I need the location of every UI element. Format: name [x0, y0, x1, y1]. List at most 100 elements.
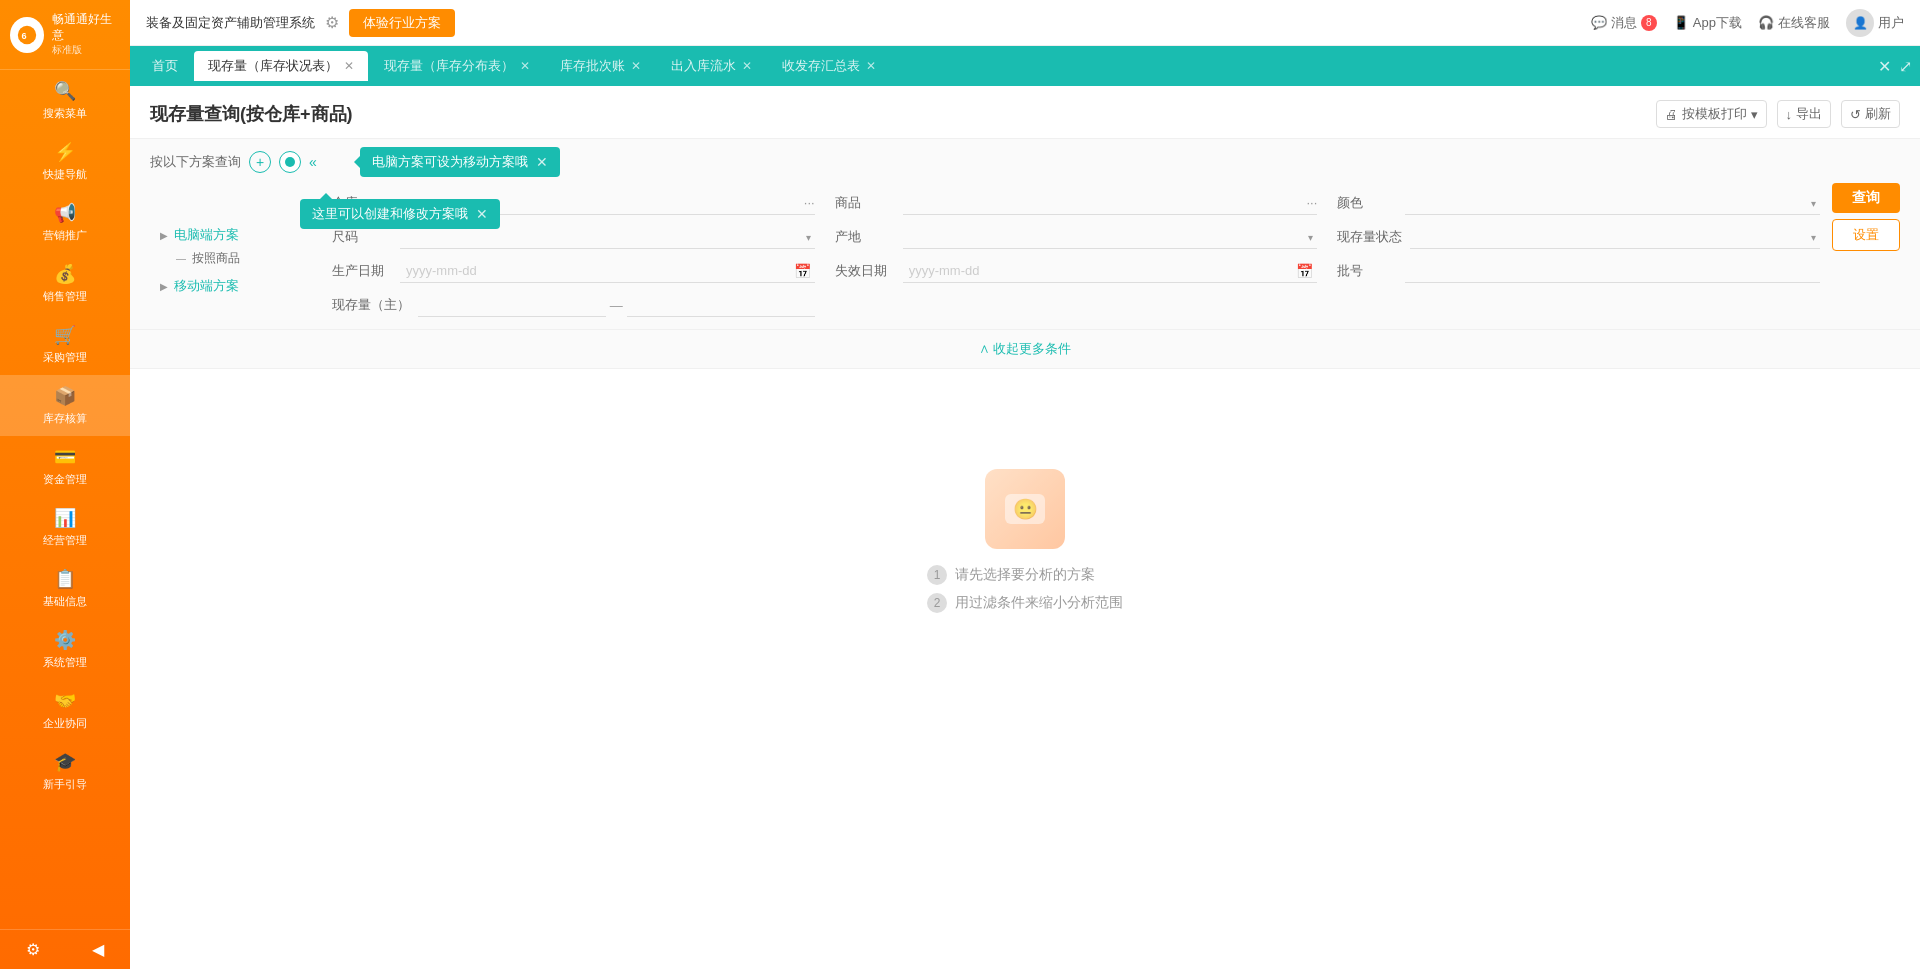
edit-tooltip-close[interactable]: ✕: [476, 206, 488, 222]
support-icon: 🎧: [1758, 15, 1774, 30]
inventory-status-label: 现存量（库存状况表）: [208, 57, 338, 75]
sidebar-item-finance-label: 资金管理: [43, 472, 87, 487]
batch-input[interactable]: [1405, 259, 1820, 283]
origin-select[interactable]: [903, 225, 1318, 249]
sidebar-item-purchase-label: 采购管理: [43, 350, 87, 365]
product-input[interactable]: [903, 191, 1307, 214]
sidebar-item-enterprise[interactable]: 🤝 企业协同: [0, 680, 130, 741]
sidebar-item-nav[interactable]: ⚡ 快捷导航: [0, 131, 130, 192]
warehouse-more-icon[interactable]: ···: [804, 195, 815, 210]
app-label: App下载: [1693, 14, 1742, 32]
quantity-range: —: [418, 293, 815, 317]
phone-icon: 📱: [1673, 15, 1689, 30]
support-btn[interactable]: 🎧 在线客服: [1758, 14, 1830, 32]
expand-icon[interactable]: ⤢: [1899, 57, 1912, 76]
close-all-tabs-icon[interactable]: ✕: [1878, 57, 1891, 76]
filter-circle-btn[interactable]: [279, 151, 301, 173]
plan-child-label: 按照商品: [192, 250, 240, 267]
plan-tooltip-close[interactable]: ✕: [536, 154, 548, 170]
svg-point-0: [18, 25, 36, 43]
topbar-left: 装备及固定资产辅助管理系统 ⚙ 体验行业方案: [146, 9, 455, 37]
quantity-from-input[interactable]: [418, 293, 606, 317]
tab-in-out-close[interactable]: ✕: [742, 59, 752, 73]
empty-face: 😐: [1005, 494, 1045, 524]
expiry-date-label: 失效日期: [835, 262, 895, 280]
color-select[interactable]: [1405, 191, 1820, 215]
product-more-icon[interactable]: ···: [1306, 195, 1317, 210]
print-icon: 🖨: [1665, 107, 1678, 122]
production-date-input[interactable]: [400, 259, 815, 283]
inventory-status-filter: 现存量状态 ▾: [1337, 225, 1820, 249]
plan-child-item[interactable]: — 按照商品: [176, 247, 320, 270]
sidebar-item-marketing[interactable]: 📢 营销推广: [0, 192, 130, 253]
filter-add-btn[interactable]: +: [249, 151, 271, 173]
home-tab-label: 首页: [152, 57, 178, 75]
filter-arrow-icon[interactable]: «: [309, 154, 317, 170]
sidebar-item-guide[interactable]: 🎓 新手引导: [0, 741, 130, 802]
tab-inventory-dist-close[interactable]: ✕: [520, 59, 530, 73]
mobile-plan-label: 移动端方案: [174, 277, 239, 295]
tab-inventory-status[interactable]: 现存量（库存状况表） ✕: [194, 51, 368, 81]
expiry-date-filter: 失效日期 📅: [835, 259, 1318, 283]
industry-btn[interactable]: 体验行业方案: [349, 9, 455, 37]
tip-num-2: 2: [927, 593, 947, 613]
nav-icon: ⚡: [54, 141, 76, 163]
sidebar-item-guide-label: 新手引导: [43, 777, 87, 792]
collapse-btn[interactable]: ◀: [92, 940, 104, 959]
sidebar-item-inventory-label: 库存核算: [43, 411, 87, 426]
filter-grid-row4: 现存量（主） —: [332, 293, 1820, 317]
search-icon: 🔍: [54, 80, 76, 102]
collapse-bar[interactable]: ∧ 收起更多条件: [130, 330, 1920, 369]
gear-icon[interactable]: ⚙: [325, 13, 339, 32]
sidebar-item-system[interactable]: ⚙️ 系统管理: [0, 619, 130, 680]
support-label: 在线客服: [1778, 14, 1830, 32]
sidebar-item-basic[interactable]: 📋 基础信息: [0, 558, 130, 619]
refresh-btn[interactable]: ↺ 刷新: [1841, 100, 1900, 128]
tab-inventory-dist[interactable]: 现存量（库存分布表） ✕: [370, 51, 544, 81]
logo-area: 6 畅通通好生意 标准版: [0, 0, 130, 70]
export-icon: ↓: [1786, 107, 1793, 122]
message-badge: 8: [1641, 15, 1657, 31]
avatar: 👤: [1846, 9, 1874, 37]
filter-label: 按以下方案查询: [150, 153, 241, 171]
tab-home[interactable]: 首页: [138, 51, 192, 81]
message-btn[interactable]: 💬 消息 8: [1591, 14, 1657, 32]
settings-btn[interactable]: ⚙: [26, 940, 40, 959]
origin-filter: 产地 ▾: [835, 225, 1318, 249]
tab-inventory-batch-close[interactable]: ✕: [631, 59, 641, 73]
empty-tips: 1 请先选择要分析的方案 2 用过滤条件来缩小分析范围: [927, 565, 1123, 613]
sidebar-item-sales[interactable]: 💰 销售管理: [0, 253, 130, 314]
message-label: 消息: [1611, 14, 1637, 32]
plan-tree: ▶ 电脑端方案 — 按照商品 ▶ 移动端方案: [160, 223, 320, 298]
expiry-date-input[interactable]: [903, 259, 1318, 283]
sidebar-item-marketing-label: 营销推广: [43, 228, 87, 243]
reset-btn[interactable]: 设置: [1832, 219, 1900, 251]
export-btn[interactable]: ↓ 导出: [1777, 100, 1832, 128]
user-label: 用户: [1878, 14, 1904, 32]
query-btn[interactable]: 查询: [1832, 183, 1900, 213]
empty-tip-1: 1 请先选择要分析的方案: [927, 565, 1123, 585]
quantity-to-input[interactable]: [627, 293, 815, 317]
tab-collect-close[interactable]: ✕: [866, 59, 876, 73]
sidebar-item-finance[interactable]: 💳 资金管理: [0, 436, 130, 497]
print-btn[interactable]: 🖨 按模板打印 ▾: [1656, 100, 1767, 128]
user-area[interactable]: 👤 用户: [1846, 9, 1904, 37]
sidebar-item-search[interactable]: 🔍 搜索菜单: [0, 70, 130, 131]
product-filter: 商品 ···: [835, 191, 1318, 215]
tab-inventory-batch[interactable]: 库存批次账 ✕: [546, 51, 655, 81]
sidebar-item-purchase[interactable]: 🛒 采购管理: [0, 314, 130, 375]
tab-collect[interactable]: 收发存汇总表 ✕: [768, 51, 890, 81]
inventory-status-select[interactable]: [1410, 225, 1820, 249]
color-label: 颜色: [1337, 194, 1397, 212]
tabbar-actions: ✕ ⤢: [1878, 57, 1912, 76]
sidebar-item-operations[interactable]: 📊 经营管理: [0, 497, 130, 558]
mobile-plan-item[interactable]: ▶ 移动端方案: [160, 274, 320, 298]
sidebar-item-search-label: 搜索菜单: [43, 106, 87, 121]
empty-state: 😐 1 请先选择要分析的方案 2 用过滤条件来缩小分析范围: [130, 369, 1920, 693]
tab-in-out[interactable]: 出入库流水 ✕: [657, 51, 766, 81]
desktop-plan-item[interactable]: ▶ 电脑端方案: [160, 223, 320, 247]
tab-inventory-status-close[interactable]: ✕: [344, 59, 354, 73]
sidebar-item-inventory[interactable]: 📦 库存核算: [0, 375, 130, 436]
logo-text-area: 畅通通好生意 标准版: [52, 12, 120, 57]
app-download-btn[interactable]: 📱 App下载: [1673, 14, 1742, 32]
